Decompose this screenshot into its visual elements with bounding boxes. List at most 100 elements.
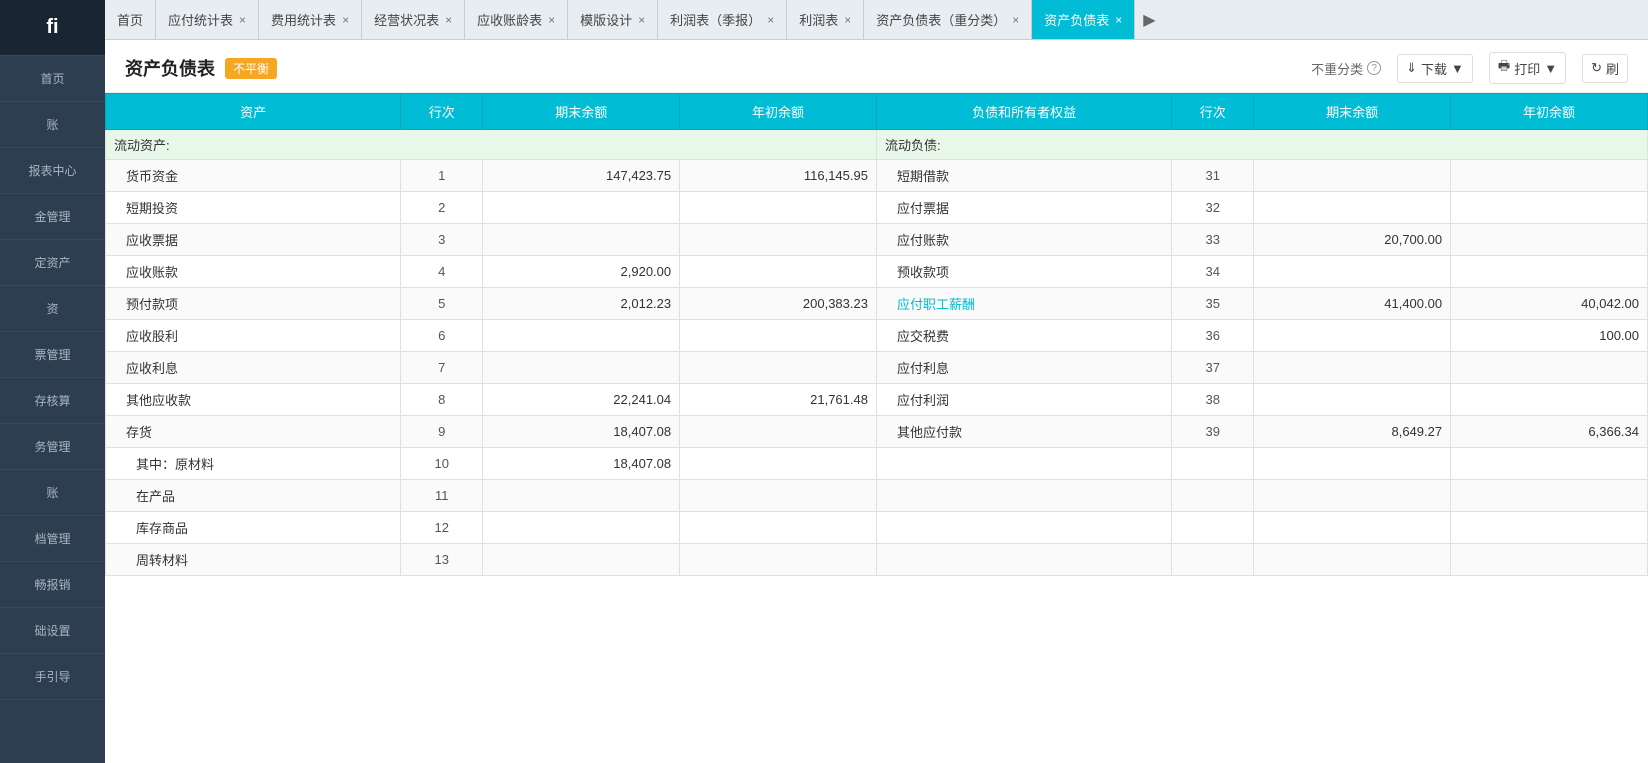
no-reclassify-label: 不重分类 [1311, 59, 1363, 78]
cell-asset-label[interactable]: 应收股利 [106, 320, 401, 352]
cell-liability-label[interactable]: 应付利润 [876, 384, 1171, 416]
sidebar-item-fixed-assets[interactable]: 定资产 [0, 240, 105, 286]
cell-asset-end: 22,241.04 [483, 384, 680, 416]
sidebar-item-home[interactable]: 首页 [0, 56, 105, 102]
cell-asset-end [483, 224, 680, 256]
cell-liability-row [1172, 448, 1254, 480]
cell-asset-label[interactable]: 应收票据 [106, 224, 401, 256]
sidebar-item-report-center[interactable]: 报表中心 [0, 148, 105, 194]
header-row-num: 行次 [401, 94, 483, 130]
cell-liability-begin [1451, 448, 1648, 480]
tab-balance-reclassified-close[interactable]: × [1012, 13, 1019, 27]
tab-balance-sheet[interactable]: 资产负债表 × [1032, 0, 1135, 39]
cell-liability-label[interactable]: 应付票据 [876, 192, 1171, 224]
cell-asset-begin: 200,383.23 [680, 288, 877, 320]
cell-asset-label[interactable]: 应收账款 [106, 256, 401, 288]
tab-home[interactable]: 首页 [105, 0, 156, 39]
print-chevron-icon: ▼ [1544, 61, 1557, 76]
tab-balance-reclassified[interactable]: 资产负债表（重分类） × [864, 0, 1032, 39]
help-icon[interactable]: ? [1367, 61, 1381, 75]
cell-liability-row: 34 [1172, 256, 1254, 288]
cell-asset-row: 3 [401, 224, 483, 256]
download-button[interactable]: ⇓ 下载 ▼ [1397, 54, 1473, 83]
cell-asset-label[interactable]: 其他应收款 [106, 384, 401, 416]
cell-asset-label[interactable]: 货币资金 [106, 160, 401, 192]
tab-expense-stats[interactable]: 费用统计表 × [259, 0, 362, 39]
tab-template-design-close[interactable]: × [638, 13, 645, 27]
tab-receivable-aging[interactable]: 应收账龄表 × [465, 0, 568, 39]
main-area: 首页 应付统计表 × 费用统计表 × 经营状况表 × 应收账龄表 × 模版设计 … [105, 0, 1648, 763]
cell-asset-label[interactable]: 库存商品 [106, 512, 401, 544]
report-table: 资产 行次 期末余额 年初余额 负债和所有者权益 行次 期末余额 年初余额 流动… [105, 93, 1648, 576]
cell-liability-label[interactable]: 应付职工薪酬 [876, 288, 1171, 320]
sidebar-item-investment[interactable]: 资 [0, 286, 105, 332]
content-area: 资产负债表 不平衡 不重分类 ? ⇓ 下载 ▼ 🖶 打印 ▼ [105, 40, 1648, 763]
cell-liability-label[interactable]: 应付利息 [876, 352, 1171, 384]
print-button[interactable]: 🖶 打印 ▼ [1489, 52, 1566, 84]
cell-asset-begin [680, 352, 877, 384]
cell-asset-begin [680, 480, 877, 512]
cell-liability-label[interactable]: 应交税费 [876, 320, 1171, 352]
cell-asset-label[interactable]: 短期投资 [106, 192, 401, 224]
cell-liability-label[interactable]: 短期借款 [876, 160, 1171, 192]
tab-nav-right-arrow[interactable]: ▶ [1135, 10, 1163, 30]
header-begin-balance: 年初余额 [680, 94, 877, 130]
sidebar-item-tax-management[interactable]: 务管理 [0, 424, 105, 470]
cell-liability-begin [1451, 544, 1648, 576]
cell-asset-row: 7 [401, 352, 483, 384]
cell-asset-begin: 21,761.48 [680, 384, 877, 416]
sidebar-item-archive[interactable]: 档管理 [0, 516, 105, 562]
tab-profit-quarterly-close[interactable]: × [767, 13, 774, 27]
cell-asset-label[interactable]: 其中：原材料 [106, 448, 401, 480]
cell-liability-row [1172, 544, 1254, 576]
tab-balance-sheet-close[interactable]: × [1115, 13, 1122, 27]
cell-asset-end: 18,407.08 [483, 416, 680, 448]
cell-liability-label[interactable]: 预收款项 [876, 256, 1171, 288]
cell-liability-label[interactable]: 应付账款 [876, 224, 1171, 256]
tab-profit-quarterly[interactable]: 利润表（季报） × [658, 0, 787, 39]
cell-liability-label [876, 448, 1171, 480]
cell-asset-begin [680, 448, 877, 480]
cell-asset-end: 18,407.08 [483, 448, 680, 480]
cell-asset-label[interactable]: 预付款项 [106, 288, 401, 320]
tab-profit-close[interactable]: × [844, 13, 851, 27]
tab-payable-stats[interactable]: 应付统计表 × [156, 0, 259, 39]
sidebar-item-expense[interactable]: 畅报销 [0, 562, 105, 608]
tab-payable-stats-close[interactable]: × [239, 13, 246, 27]
sidebar-item-settings[interactable]: 础设置 [0, 608, 105, 654]
cell-liability-row [1172, 512, 1254, 544]
cell-liability-label[interactable]: 其他应付款 [876, 416, 1171, 448]
cell-asset-end: 2,920.00 [483, 256, 680, 288]
tab-expense-stats-close[interactable]: × [342, 13, 349, 27]
sidebar-item-ledger[interactable]: 账 [0, 102, 105, 148]
sidebar-item-guide[interactable]: 手引导 [0, 654, 105, 700]
sidebar-item-cash-management[interactable]: 金管理 [0, 194, 105, 240]
cell-liability-row: 35 [1172, 288, 1254, 320]
cell-liability-begin [1451, 192, 1648, 224]
cell-asset-begin [680, 544, 877, 576]
refresh-button[interactable]: ↻ 刷 [1582, 54, 1628, 83]
header-asset: 资产 [106, 94, 401, 130]
tab-operations[interactable]: 经营状况表 × [362, 0, 465, 39]
tab-operations-close[interactable]: × [445, 13, 452, 27]
tab-balance-sheet-label: 资产负债表 [1044, 10, 1109, 29]
header-liability: 负债和所有者权益 [876, 94, 1171, 130]
sidebar-item-inventory[interactable]: 存核算 [0, 378, 105, 424]
print-icon: 🖶 [1498, 57, 1510, 79]
cell-asset-label[interactable]: 在产品 [106, 480, 401, 512]
tab-profit[interactable]: 利润表 × [787, 0, 864, 39]
cell-asset-row: 13 [401, 544, 483, 576]
tab-receivable-aging-close[interactable]: × [548, 13, 555, 27]
table-row: 短期投资 2 应付票据 32 [106, 192, 1648, 224]
sidebar-item-bill-management[interactable]: 票管理 [0, 332, 105, 378]
cell-liability-row: 33 [1172, 224, 1254, 256]
cell-asset-label[interactable]: 存货 [106, 416, 401, 448]
cell-asset-label[interactable]: 周转材料 [106, 544, 401, 576]
sidebar-item-accounts[interactable]: 账 [0, 470, 105, 516]
table-row: 应收账款 4 2,920.00 预收款项 34 [106, 256, 1648, 288]
tab-template-design[interactable]: 模版设计 × [568, 0, 658, 39]
cell-asset-label[interactable]: 应收利息 [106, 352, 401, 384]
cell-liability-end [1254, 352, 1451, 384]
cell-asset-begin: 116,145.95 [680, 160, 877, 192]
table-row: 其中：原材料 10 18,407.08 [106, 448, 1648, 480]
